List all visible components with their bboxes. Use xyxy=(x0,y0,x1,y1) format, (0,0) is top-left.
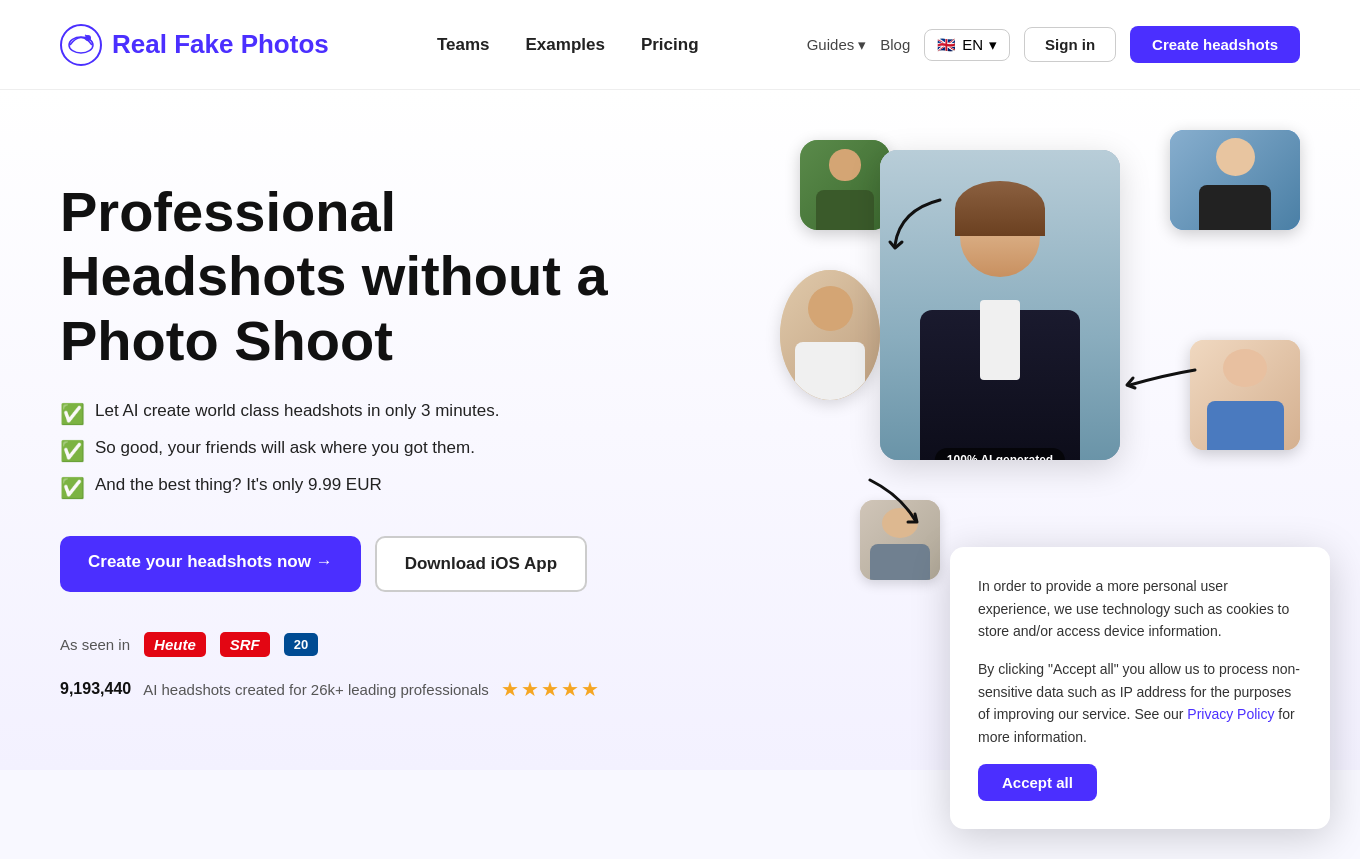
nav-examples[interactable]: Examples xyxy=(526,35,605,55)
as-seen-label: As seen in xyxy=(60,636,130,653)
cta-secondary-button[interactable]: Download iOS App xyxy=(375,536,587,592)
privacy-policy-link[interactable]: Privacy Policy xyxy=(1187,706,1274,722)
as-seen-row: As seen in Heute SRF 20 xyxy=(60,632,680,657)
feature-item: ✅ So good, your friends will ask where y… xyxy=(60,438,680,463)
nav-blog[interactable]: Blog xyxy=(880,36,910,53)
ai-badge: 100% AI generated xyxy=(935,448,1065,460)
collage-photo-midleft xyxy=(780,270,880,400)
create-headshots-button[interactable]: Create headshots xyxy=(1130,26,1300,63)
check-icon: ✅ xyxy=(60,476,85,500)
hero-left: Professional Headshots without a Photo S… xyxy=(60,150,680,701)
navbar: Real Fake Photos Teams Examples Pricing … xyxy=(0,0,1360,90)
signin-button[interactable]: Sign in xyxy=(1024,27,1116,62)
cookie-text-1: In order to provide a more personal user… xyxy=(978,575,1302,642)
stars-rating: ★★★★★ xyxy=(501,677,601,701)
nav-right: Guides ▾ Blog 🇬🇧 EN ▾ Sign in Create hea… xyxy=(807,26,1300,63)
guides-button[interactable]: Guides ▾ xyxy=(807,36,867,54)
svg-point-0 xyxy=(61,25,101,65)
logo-link[interactable]: Real Fake Photos xyxy=(60,24,329,66)
hero-title: Professional Headshots without a Photo S… xyxy=(60,180,680,373)
logo-icon xyxy=(60,24,102,66)
stats-text: AI headshots created for 26k+ leading pr… xyxy=(143,681,489,698)
media-20min: 20 xyxy=(284,633,318,656)
arrow-icon xyxy=(850,470,930,530)
cookie-banner: In order to provide a more personal user… xyxy=(950,547,1330,829)
collage-photo-botright xyxy=(1190,340,1300,450)
chevron-down-icon: ▾ xyxy=(989,36,997,54)
flag-icon: 🇬🇧 xyxy=(937,36,956,54)
collage-photo-topleft xyxy=(800,140,890,230)
chevron-down-icon: ▾ xyxy=(858,36,866,54)
check-icon: ✅ xyxy=(60,402,85,426)
nav-teams[interactable]: Teams xyxy=(437,35,490,55)
stats-row: 9,193,440 AI headshots created for 26k+ … xyxy=(60,677,680,701)
accept-all-button[interactable]: Accept all xyxy=(978,764,1097,801)
arrow-icon xyxy=(880,190,960,260)
media-srf: SRF xyxy=(220,632,270,657)
collage-photo-topright xyxy=(1170,130,1300,230)
check-icon: ✅ xyxy=(60,439,85,463)
language-selector[interactable]: 🇬🇧 EN ▾ xyxy=(924,29,1010,61)
cookie-text-2: By clicking "Accept all" you allow us to… xyxy=(978,658,1302,748)
nav-pricing[interactable]: Pricing xyxy=(641,35,699,55)
hero-cta: Create your headshots now → Download iOS… xyxy=(60,536,680,592)
hero-features: ✅ Let AI create world class headshots in… xyxy=(60,401,680,500)
logo-text: Real Fake Photos xyxy=(112,29,329,60)
nav-links: Teams Examples Pricing xyxy=(437,35,699,55)
media-heute: Heute xyxy=(144,632,206,657)
feature-item: ✅ And the best thing? It's only 9.99 EUR xyxy=(60,475,680,500)
arrow-icon xyxy=(1115,350,1205,410)
feature-item: ✅ Let AI create world class headshots in… xyxy=(60,401,680,426)
stats-count: 9,193,440 xyxy=(60,680,131,698)
cta-primary-button[interactable]: Create your headshots now → xyxy=(60,536,361,592)
